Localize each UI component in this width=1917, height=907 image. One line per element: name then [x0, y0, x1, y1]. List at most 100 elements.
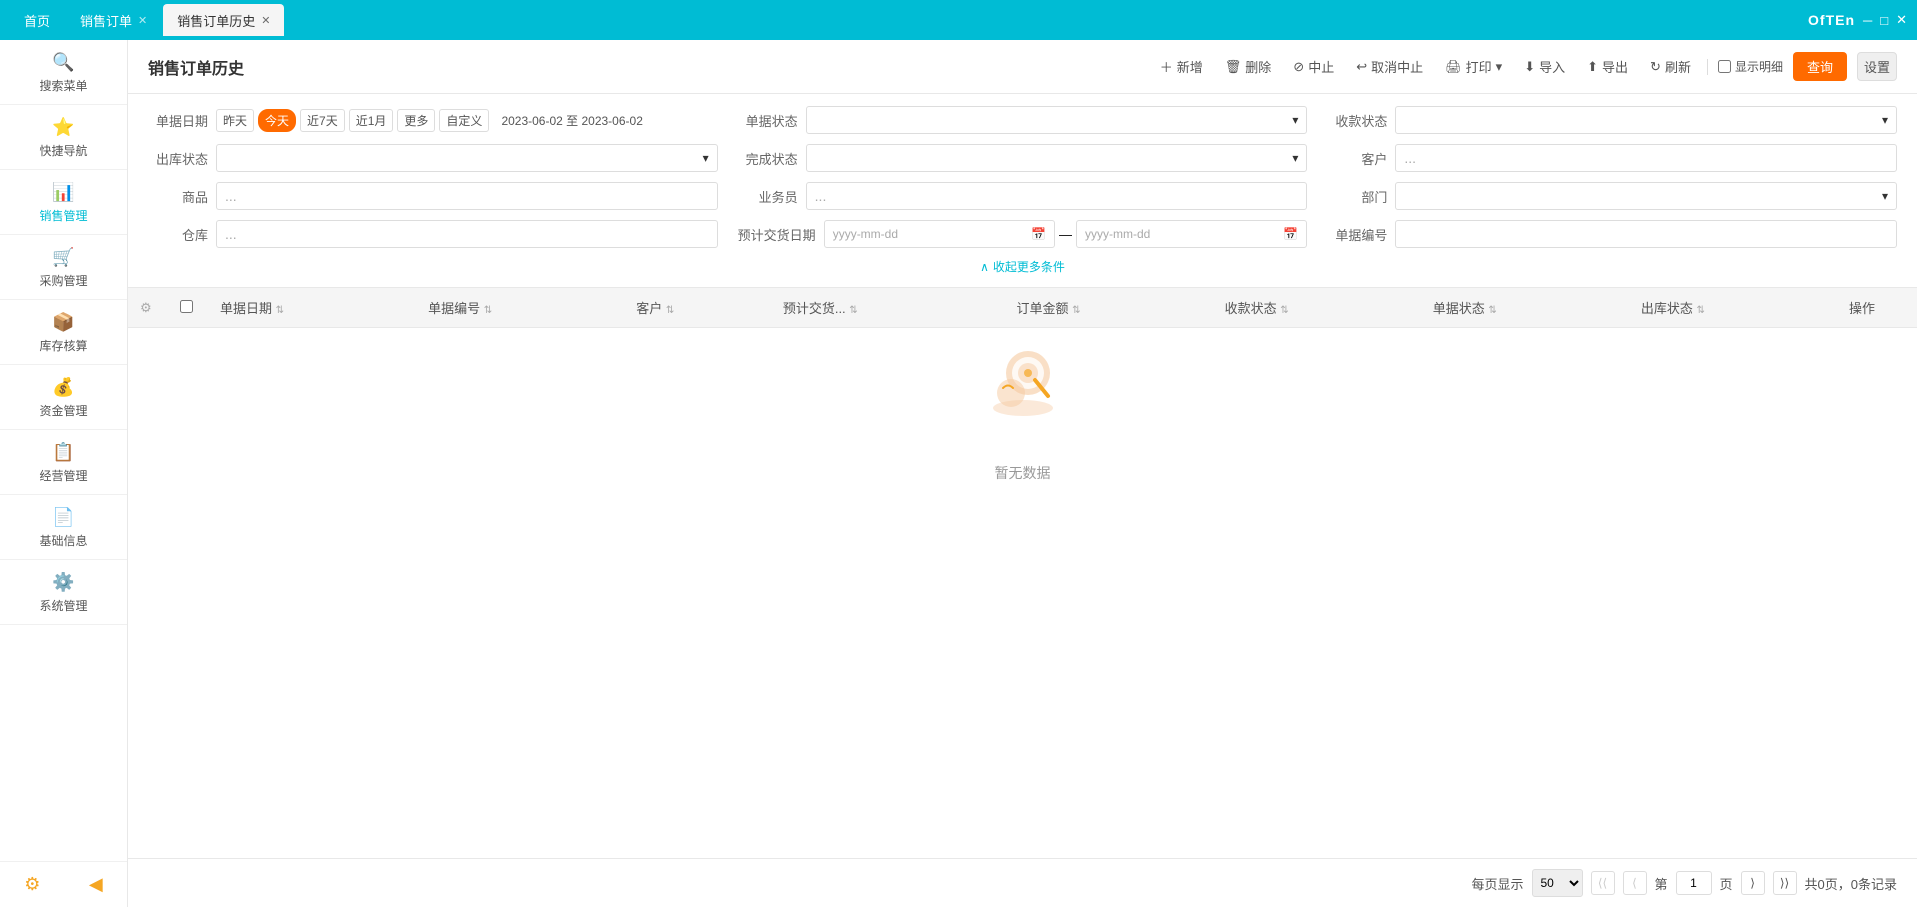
- page-label-suffix: 页: [1720, 874, 1733, 893]
- tab-sales-order-history-label: 销售订单历史: [177, 11, 255, 30]
- filter-row-1: 单据日期 昨天 今天 近7天 近1月 更多 自定义 2023-06-02 至 2…: [148, 106, 1897, 134]
- filter-row-2: 出库状态 ▾ 完成状态 ▾ 客户 ...: [148, 144, 1897, 172]
- th-order-amount[interactable]: 订单金额 ⇅: [1005, 288, 1213, 328]
- dept-select[interactable]: ▾: [1395, 182, 1897, 210]
- page-last-btn[interactable]: ⟩⟩: [1773, 871, 1797, 895]
- delete-button[interactable]: 🗑 删除: [1219, 53, 1278, 80]
- sidebar-collapse-icon[interactable]: ◀: [89, 874, 103, 895]
- date-yesterday-btn[interactable]: 昨天: [216, 109, 254, 132]
- show-detail-label: 显示明细: [1735, 58, 1783, 75]
- sidebar-item-basic-info-label: 基础信息: [39, 532, 87, 549]
- salesman-label: 业务员: [738, 187, 798, 206]
- stop-button[interactable]: ⊘ 中止: [1287, 53, 1340, 80]
- sidebar-item-system[interactable]: ⚙️ 系统管理: [0, 560, 127, 625]
- date-range-text: 2023-06-02 至 2023-06-02: [501, 112, 642, 129]
- calendar-from-icon[interactable]: 📅: [1031, 227, 1046, 241]
- table-settings-icon[interactable]: ⚙: [140, 300, 152, 315]
- date-today-btn[interactable]: 今天: [258, 109, 296, 132]
- import-button[interactable]: ⬇ 导入: [1518, 53, 1571, 80]
- sidebar-item-quick-nav-label: 快捷导航: [39, 142, 87, 159]
- tab-sales-order-history[interactable]: 销售订单历史 ✕: [163, 4, 284, 36]
- tab-sales-order[interactable]: 销售订单 ✕: [66, 4, 161, 36]
- calendar-to-icon[interactable]: 📅: [1283, 227, 1298, 241]
- page-header: 销售订单历史 ＋ 新增 🗑 删除 ⊘ 中止 ↩ 取消中止: [128, 40, 1917, 94]
- date-custom-btn[interactable]: 自定义: [439, 109, 489, 132]
- sidebar-item-basic-info[interactable]: 📄 基础信息: [0, 495, 127, 560]
- sidebar-item-sales[interactable]: 📊 销售管理: [0, 170, 127, 235]
- filter-date: 单据日期 昨天 今天 近7天 近1月 更多 自定义 2023-06-02 至 2…: [148, 109, 718, 132]
- window-restore-icon[interactable]: □: [1880, 13, 1888, 28]
- filter-row-3: 商品 ... 业务员 ... 部门 ▾: [148, 182, 1897, 210]
- sidebar-item-operations[interactable]: 📋 经营管理: [0, 430, 127, 495]
- th-date-label: 单据日期: [220, 301, 272, 316]
- empty-illustration: [973, 328, 1073, 447]
- bill-no-input[interactable]: [1395, 220, 1897, 248]
- th-receipt-status[interactable]: 收款状态 ⇅: [1213, 288, 1421, 328]
- out-status-select[interactable]: ▾: [216, 144, 718, 172]
- complete-status-select[interactable]: ▾: [806, 144, 1308, 172]
- operations-icon: 📋: [52, 442, 74, 463]
- page-number-input[interactable]: [1676, 871, 1712, 895]
- filter-bill-no: 单据编号: [1327, 220, 1897, 248]
- main-layout: 🔍 搜索菜单 ⭐ 快捷导航 📊 销售管理 🛒 采购管理 📦 库存核算 💰 资金管…: [0, 40, 1917, 907]
- sidebar-item-quick-nav[interactable]: ⭐ 快捷导航: [0, 105, 127, 170]
- cancel-stop-button[interactable]: ↩ 取消中止: [1350, 53, 1429, 80]
- receipt-status-select[interactable]: ▾: [1395, 106, 1897, 134]
- th-out-status[interactable]: 出库状态 ⇅: [1629, 288, 1837, 328]
- brand-label: OfTEn: [1808, 12, 1855, 28]
- date-more-btn[interactable]: 更多: [397, 109, 435, 132]
- sidebar-item-purchase[interactable]: 🛒 采购管理: [0, 235, 127, 300]
- select-all-checkbox[interactable]: [180, 300, 193, 313]
- print-button[interactable]: 🖨 打印 ▾: [1439, 53, 1508, 80]
- sidebar-item-purchase-label: 采购管理: [39, 272, 87, 289]
- tab-home[interactable]: 首页: [10, 4, 64, 36]
- page-first-btn[interactable]: ⟨⟨: [1591, 871, 1615, 895]
- window-close-icon[interactable]: ✕: [1896, 12, 1907, 28]
- sidebar-item-finance[interactable]: 💰 资金管理: [0, 365, 127, 430]
- purchase-icon: 🛒: [52, 247, 74, 268]
- page-next-btn[interactable]: ⟩: [1741, 871, 1765, 895]
- page-prev-btn[interactable]: ⟨: [1623, 871, 1647, 895]
- customer-input[interactable]: ...: [1395, 144, 1897, 172]
- add-button[interactable]: ＋ 新增: [1154, 53, 1209, 80]
- complete-status-label: 完成状态: [738, 149, 798, 168]
- show-detail-checkbox[interactable]: [1718, 60, 1731, 73]
- salesman-input[interactable]: ...: [806, 182, 1308, 210]
- goods-input[interactable]: ...: [216, 182, 718, 210]
- date-7days-btn[interactable]: 近7天: [300, 109, 345, 132]
- expected-date-from[interactable]: yyyy-mm-dd 📅: [824, 220, 1055, 248]
- warehouse-input[interactable]: ...: [216, 220, 718, 248]
- th-customer-label: 客户: [636, 301, 662, 316]
- tab-sales-order-close[interactable]: ✕: [138, 14, 147, 27]
- th-expected-delivery[interactable]: 预计交货... ⇅: [771, 288, 1005, 328]
- bill-status-select[interactable]: ▾: [806, 106, 1308, 134]
- filter-area: 单据日期 昨天 今天 近7天 近1月 更多 自定义 2023-06-02 至 2…: [128, 94, 1917, 288]
- sidebar-item-search[interactable]: 🔍 搜索菜单: [0, 40, 127, 105]
- sidebar-item-inventory[interactable]: 📦 库存核算: [0, 300, 127, 365]
- filter-receipt-status: 收款状态 ▾: [1327, 106, 1897, 134]
- th-date[interactable]: 单据日期 ⇅: [208, 288, 416, 328]
- date-1month-btn[interactable]: 近1月: [349, 109, 394, 132]
- finance-icon: 💰: [52, 377, 74, 398]
- tab-sales-order-history-close[interactable]: ✕: [261, 14, 270, 27]
- show-detail-toggle[interactable]: 显示明细: [1718, 58, 1783, 75]
- warehouse-dots: ...: [225, 226, 237, 242]
- filter-collapse-btn[interactable]: ∧ 收起更多条件: [148, 258, 1897, 275]
- sidebar-settings-icon[interactable]: ⚙: [24, 874, 40, 895]
- query-button[interactable]: 查询: [1793, 52, 1847, 81]
- th-operations-label: 操作: [1849, 301, 1875, 316]
- settings-button[interactable]: 设置: [1857, 52, 1897, 81]
- th-customer[interactable]: 客户 ⇅: [624, 288, 771, 328]
- table-header-row: ⚙ 单据日期 ⇅ 单据编号 ⇅: [128, 288, 1917, 328]
- filter-complete-status: 完成状态 ▾: [738, 144, 1308, 172]
- th-bill-status[interactable]: 单据状态 ⇅: [1421, 288, 1629, 328]
- customer-dots: ...: [1404, 150, 1416, 166]
- add-icon: ＋: [1160, 57, 1173, 76]
- date-range-display: 2023-06-02 至 2023-06-02: [501, 112, 642, 129]
- expected-date-to[interactable]: yyyy-mm-dd 📅: [1076, 220, 1307, 248]
- th-bill-no[interactable]: 单据编号 ⇅: [416, 288, 624, 328]
- refresh-button[interactable]: ↻ 刷新: [1644, 53, 1697, 80]
- window-minimize-icon[interactable]: ─: [1863, 13, 1872, 28]
- page-size-select[interactable]: 50 10 20 100: [1532, 869, 1583, 897]
- export-button[interactable]: ⬆ 导出: [1581, 53, 1634, 80]
